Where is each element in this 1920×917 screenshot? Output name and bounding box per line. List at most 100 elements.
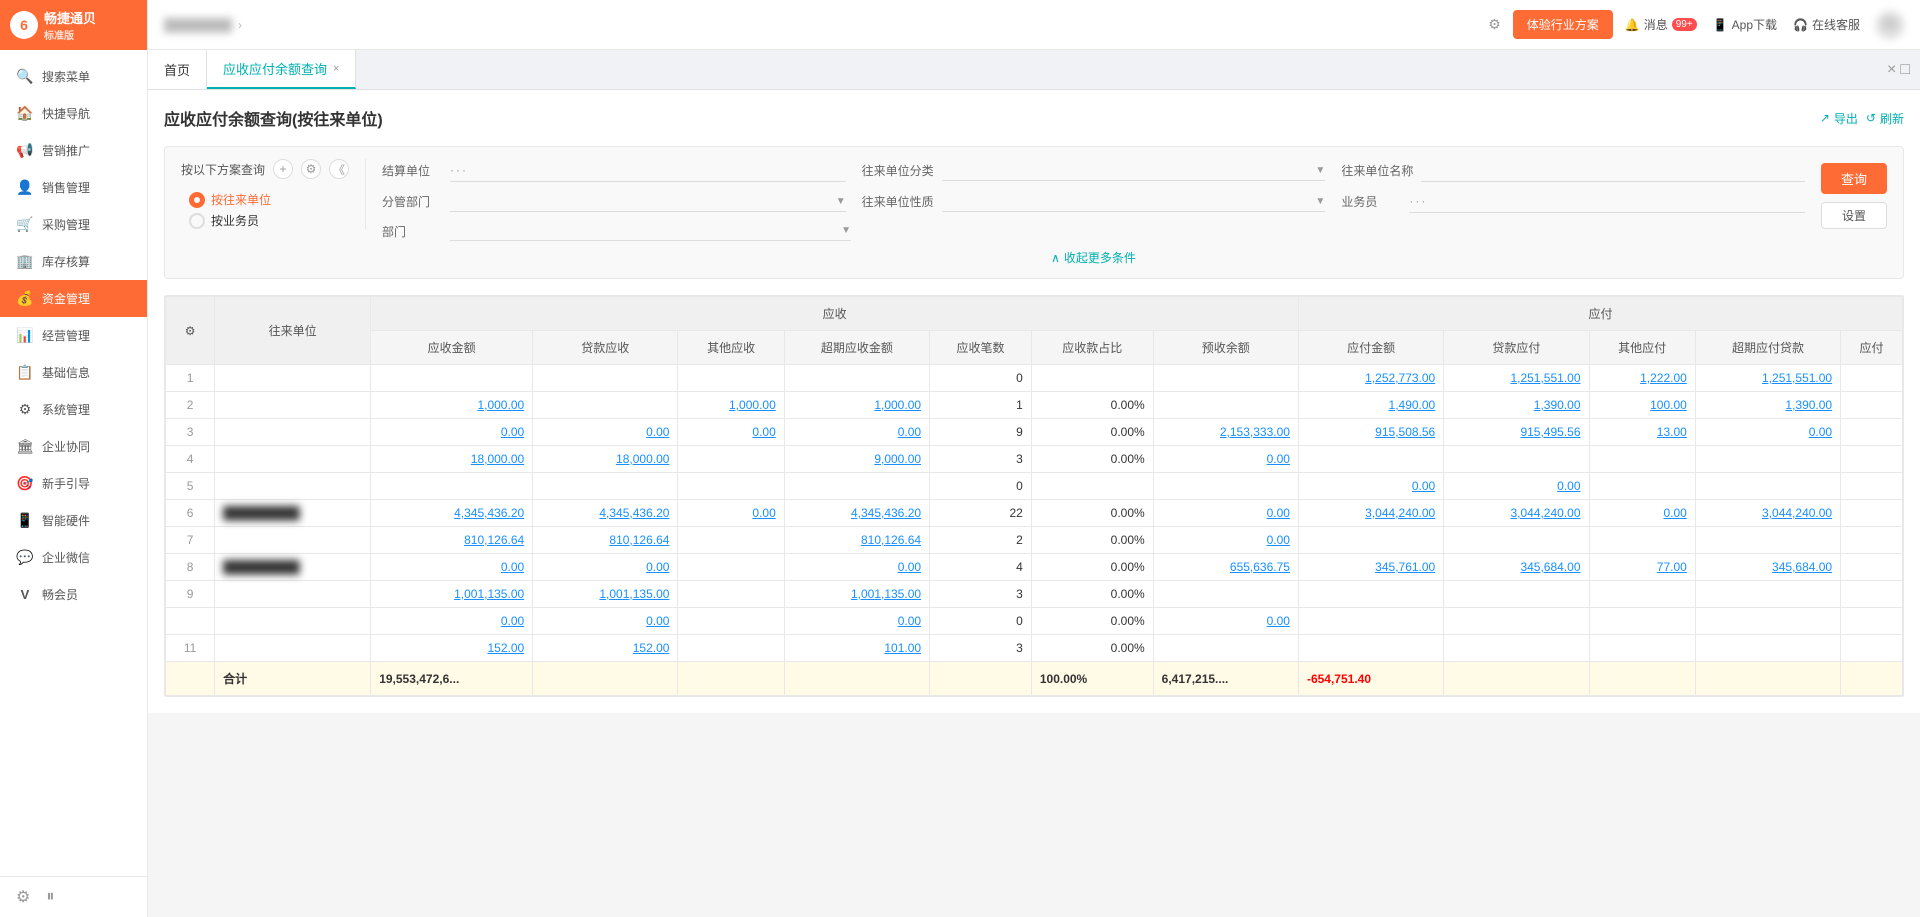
sidebar-item-sales[interactable]: 👤 销售管理 — [0, 169, 147, 206]
dept-select[interactable]: ▼ — [450, 221, 851, 241]
cell-overdue-recv[interactable] — [784, 365, 929, 392]
sidebar-item-newbie[interactable]: 🎯 新手引导 — [0, 465, 147, 502]
cell-other-pay[interactable]: 1,222.00 — [1589, 365, 1695, 392]
cell-loan-pay[interactable] — [1444, 635, 1589, 662]
cell-pay-amt[interactable]: 0.00 — [1298, 473, 1443, 500]
cell-overdue-pay[interactable] — [1695, 608, 1840, 635]
cell-loan-recv[interactable] — [533, 365, 678, 392]
cell-adv-bal[interactable]: 655,636.75 — [1153, 554, 1298, 581]
table-settings-icon[interactable]: ⚙ — [185, 324, 196, 338]
cell-other-recv[interactable] — [678, 473, 784, 500]
cell-loan-pay[interactable]: 0.00 — [1444, 473, 1589, 500]
salesman-input[interactable]: ··· — [1409, 190, 1805, 213]
sidebar-item-enterprise[interactable]: 🏛 企业协同 — [0, 428, 147, 465]
cell-other-recv[interactable] — [678, 608, 784, 635]
vendor-category-select[interactable]: ▼ — [942, 161, 1326, 181]
cell-other-pay[interactable] — [1589, 635, 1695, 662]
cell-adv-bal[interactable]: 0.00 — [1153, 608, 1298, 635]
vendor-nature-select[interactable]: ▼ — [942, 192, 1326, 212]
cell-overdue-recv[interactable]: 810,126.64 — [784, 527, 929, 554]
cell-other-recv[interactable] — [678, 446, 784, 473]
cell-overdue-recv[interactable] — [784, 473, 929, 500]
cell-adv-bal[interactable] — [1153, 392, 1298, 419]
sidebar-item-member[interactable]: V 畅会员 — [0, 576, 147, 613]
filter-option-vendor[interactable]: 按往来单位 — [189, 191, 349, 208]
cell-overdue-pay[interactable] — [1695, 635, 1840, 662]
refresh-btn[interactable]: ↺ 刷新 — [1866, 110, 1904, 127]
cell-pay-amt[interactable]: 3,044,240.00 — [1298, 500, 1443, 527]
sidebar-item-purchase[interactable]: 🛒 采购管理 — [0, 206, 147, 243]
tab-close-icon[interactable]: × — [333, 63, 339, 75]
query-button[interactable]: 查询 — [1821, 163, 1887, 194]
cell-other-pay[interactable] — [1589, 473, 1695, 500]
sidebar-item-inventory[interactable]: 🏢 库存核算 — [0, 243, 147, 280]
cell-overdue-pay[interactable] — [1695, 527, 1840, 554]
export-btn[interactable]: ↗ 导出 — [1820, 110, 1858, 127]
cell-adv-bal[interactable] — [1153, 581, 1298, 608]
cell-overdue-recv[interactable]: 9,000.00 — [784, 446, 929, 473]
cell-other-pay[interactable] — [1589, 581, 1695, 608]
filter-option-salesman[interactable]: 按业务员 — [189, 212, 349, 229]
window-close-icon[interactable]: × — [1887, 61, 1896, 79]
cell-loan-recv[interactable]: 810,126.64 — [533, 527, 678, 554]
cell-adv-bal[interactable]: 2,153,333.00 — [1153, 419, 1298, 446]
cell-pay-amt[interactable] — [1298, 635, 1443, 662]
cell-recv-amt[interactable]: 1,000.00 — [371, 392, 533, 419]
cell-recv-amt[interactable]: 810,126.64 — [371, 527, 533, 554]
cell-overdue-pay[interactable]: 1,390.00 — [1695, 392, 1840, 419]
cell-other-recv[interactable] — [678, 365, 784, 392]
cell-loan-pay[interactable] — [1444, 608, 1589, 635]
cell-other-pay[interactable] — [1589, 608, 1695, 635]
cell-pay-amt[interactable] — [1298, 446, 1443, 473]
cell-overdue-pay[interactable]: 1,251,551.00 — [1695, 365, 1840, 392]
sidebar-collapse-icon[interactable]: ⏸ — [46, 888, 54, 906]
cell-other-recv[interactable]: 1,000.00 — [678, 392, 784, 419]
cell-recv-amt[interactable]: 152.00 — [371, 635, 533, 662]
sidebar-item-marketing[interactable]: 📢 营销推广 — [0, 132, 147, 169]
vendor-name-input[interactable] — [1421, 159, 1805, 182]
cell-overdue-recv[interactable]: 0.00 — [784, 608, 929, 635]
tab-home[interactable]: 首页 — [148, 50, 207, 89]
cell-pay-amt[interactable]: 1,490.00 — [1298, 392, 1443, 419]
cell-overdue-pay[interactable] — [1695, 581, 1840, 608]
cell-loan-pay[interactable]: 1,390.00 — [1444, 392, 1589, 419]
header-gear-icon[interactable]: ⚙ — [1488, 16, 1501, 33]
cell-overdue-recv[interactable]: 4,345,436.20 — [784, 500, 929, 527]
trial-btn[interactable]: 体验行业方案 — [1513, 10, 1613, 39]
sidebar-item-search-menu[interactable]: 🔍 搜索菜单 — [0, 58, 147, 95]
cell-recv-amt[interactable]: 1,001,135.00 — [371, 581, 533, 608]
cell-other-recv[interactable] — [678, 527, 784, 554]
filter-collapse-btn-icon[interactable]: 《 — [329, 159, 349, 179]
cell-pay-amt[interactable]: 915,508.56 — [1298, 419, 1443, 446]
cell-overdue-recv[interactable]: 0.00 — [784, 554, 929, 581]
cell-loan-pay[interactable] — [1444, 527, 1589, 554]
cell-loan-recv[interactable]: 152.00 — [533, 635, 678, 662]
sidebar-item-quick-nav[interactable]: 🏠 快捷导航 — [0, 95, 147, 132]
cell-loan-pay[interactable] — [1444, 446, 1589, 473]
sidebar-item-enterprise-wechat[interactable]: 💬 企业微信 — [0, 539, 147, 576]
online-support-btn[interactable]: 🎧 在线客服 — [1793, 16, 1860, 33]
cell-adv-bal[interactable] — [1153, 365, 1298, 392]
settings-button[interactable]: 设置 — [1821, 202, 1887, 229]
sidebar-item-operations[interactable]: 📊 经营管理 — [0, 317, 147, 354]
cell-other-pay[interactable] — [1589, 446, 1695, 473]
cell-loan-recv[interactable]: 18,000.00 — [533, 446, 678, 473]
cell-loan-pay[interactable]: 915,495.56 — [1444, 419, 1589, 446]
cell-overdue-pay[interactable]: 3,044,240.00 — [1695, 500, 1840, 527]
cell-loan-pay[interactable]: 1,251,551.00 — [1444, 365, 1589, 392]
cell-recv-amt[interactable]: 18,000.00 — [371, 446, 533, 473]
cell-recv-amt[interactable]: 4,345,436.20 — [371, 500, 533, 527]
cell-other-pay[interactable]: 13.00 — [1589, 419, 1695, 446]
filter-collapse-more-btn[interactable]: ∧ 收起更多条件 — [1051, 249, 1136, 266]
cell-loan-recv[interactable]: 0.00 — [533, 554, 678, 581]
cell-recv-amt[interactable] — [371, 473, 533, 500]
cell-recv-amt[interactable]: 0.00 — [371, 608, 533, 635]
cell-overdue-recv[interactable]: 0.00 — [784, 419, 929, 446]
cell-pay-amt[interactable]: 345,761.00 — [1298, 554, 1443, 581]
cell-loan-recv[interactable] — [533, 392, 678, 419]
cell-other-pay[interactable]: 0.00 — [1589, 500, 1695, 527]
sidebar-item-system[interactable]: ⚙ 系统管理 — [0, 391, 147, 428]
settlement-unit-input[interactable]: ··· — [450, 159, 846, 182]
sidebar-item-smart-hw[interactable]: 📱 智能硬件 — [0, 502, 147, 539]
cell-other-recv[interactable] — [678, 554, 784, 581]
